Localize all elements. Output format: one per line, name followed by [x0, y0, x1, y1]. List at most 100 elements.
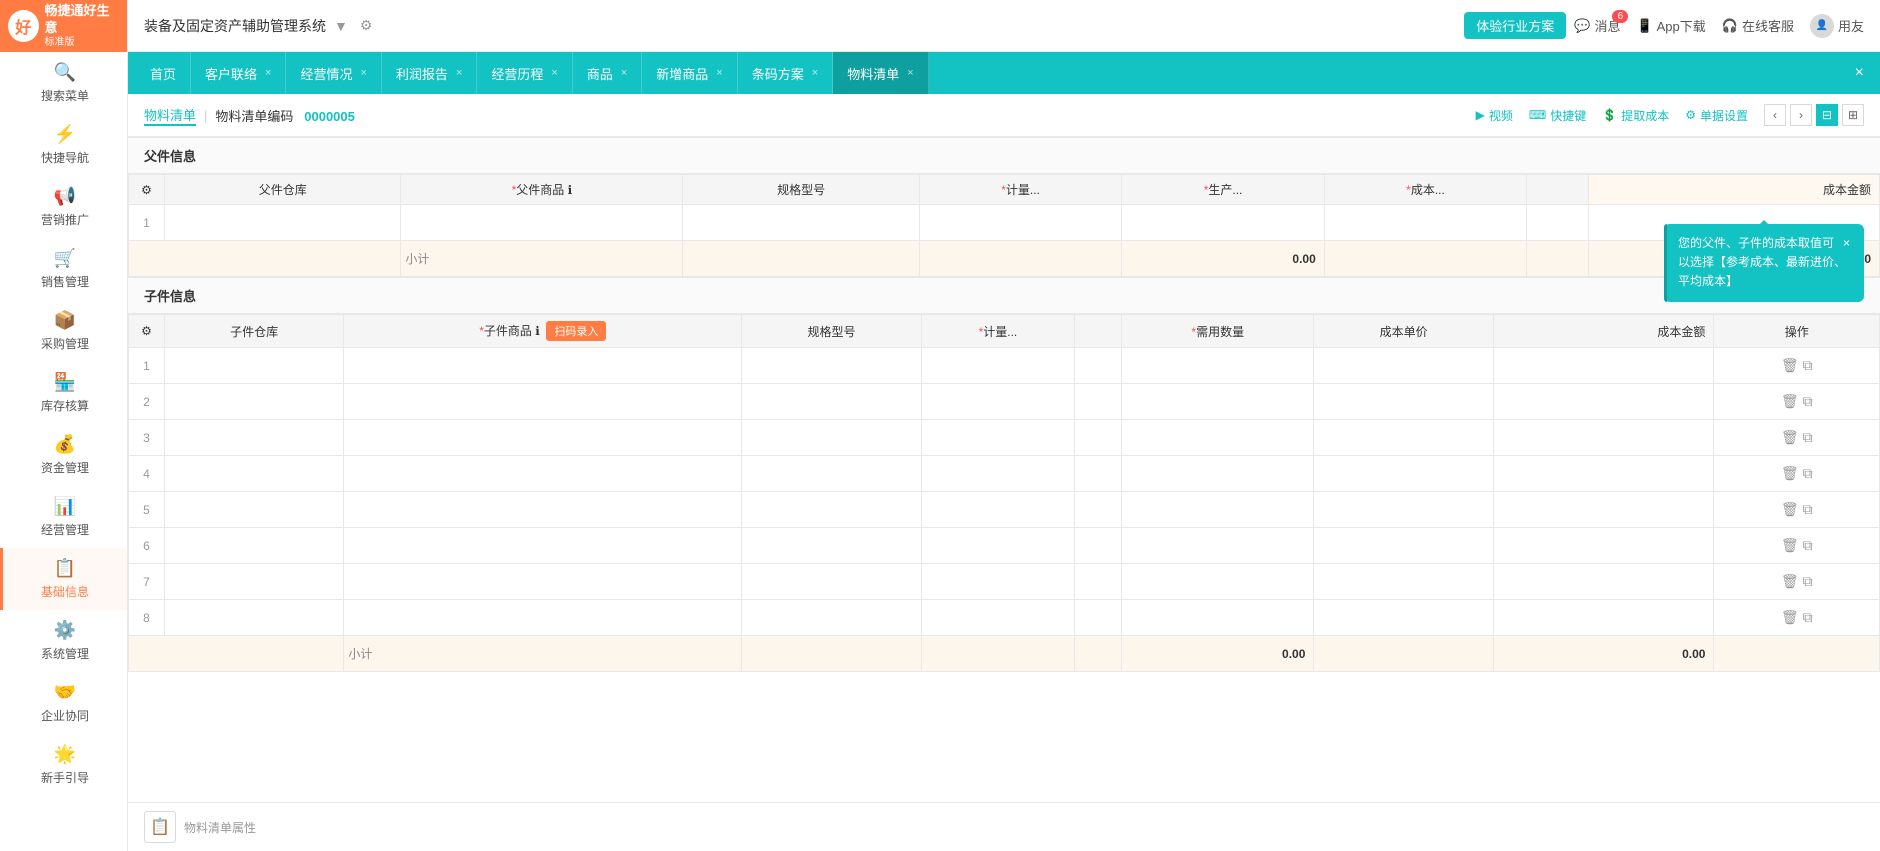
delete-row-button-4[interactable]: 🗑: [1781, 465, 1799, 482]
child-spec-cell-2[interactable]: [742, 384, 921, 420]
child-spec-cell-5[interactable]: [742, 492, 921, 528]
sidebar-item-2[interactable]: 📢营销推广: [0, 176, 127, 238]
prev-record-button[interactable]: ‹: [1764, 104, 1786, 126]
child-product-cell-1[interactable]: [344, 348, 742, 384]
child-req-qty-cell-4[interactable]: [1122, 456, 1314, 492]
delete-row-button-8[interactable]: 🗑: [1781, 609, 1799, 626]
sidebar-item-4[interactable]: 📦采购管理: [0, 300, 127, 362]
copy-row-button-4[interactable]: ⧉: [1803, 465, 1813, 482]
child-req-qty-cell-3[interactable]: [1122, 420, 1314, 456]
child-warehouse-cell-2[interactable]: [165, 384, 344, 420]
sidebar-item-0[interactable]: 🔍搜索菜单: [0, 52, 127, 114]
child-warehouse-cell-3[interactable]: [165, 420, 344, 456]
topbar-dropdown-icon[interactable]: ▼: [334, 18, 348, 34]
child-unit-cost-cell-2[interactable]: [1314, 384, 1493, 420]
copy-row-button-5[interactable]: ⧉: [1803, 501, 1813, 518]
child-unit-cell-4[interactable]: [921, 456, 1075, 492]
delete-row-button-6[interactable]: 🗑: [1781, 537, 1799, 554]
child-req-qty-cell-2[interactable]: [1122, 384, 1314, 420]
copy-row-button-3[interactable]: ⧉: [1803, 429, 1813, 446]
child-unit-cell-8[interactable]: [921, 600, 1075, 636]
child-product-cell-2[interactable]: [344, 384, 742, 420]
parent-cost-cell[interactable]: [1324, 205, 1526, 241]
nav-tab-4[interactable]: 经营历程×: [477, 52, 572, 94]
copy-row-button-6[interactable]: ⧉: [1803, 537, 1813, 554]
parent-product-cell[interactable]: [401, 205, 683, 241]
grid-view-button[interactable]: ⊞: [1842, 104, 1864, 126]
child-warehouse-cell-6[interactable]: [165, 528, 344, 564]
child-product-cell-8[interactable]: [344, 600, 742, 636]
nav-tab-3[interactable]: 利润报告×: [382, 52, 477, 94]
child-unit-cost-cell-6[interactable]: [1314, 528, 1493, 564]
online-service-action[interactable]: 🎧 在线客服: [1722, 16, 1794, 35]
nav-close-all-button[interactable]: ×: [1847, 60, 1872, 86]
sidebar-item-11[interactable]: 🌟新手引导: [0, 734, 127, 796]
child-product-cell-7[interactable]: [344, 564, 742, 600]
child-product-cell-6[interactable]: [344, 528, 742, 564]
child-product-cell-5[interactable]: [344, 492, 742, 528]
sidebar-item-10[interactable]: 🤝企业协同: [0, 672, 127, 734]
user-action[interactable]: 👤 用友: [1810, 14, 1864, 38]
delete-row-button-3[interactable]: 🗑: [1781, 429, 1799, 446]
sidebar-item-6[interactable]: 💰资金管理: [0, 424, 127, 486]
parent-warehouse-cell[interactable]: [165, 205, 401, 241]
sidebar-item-9[interactable]: ⚙️系统管理: [0, 610, 127, 672]
nav-tab-close-4[interactable]: ×: [551, 67, 557, 79]
child-spec-cell-7[interactable]: [742, 564, 921, 600]
child-product-cell-4[interactable]: [344, 456, 742, 492]
expand-view-button[interactable]: ⊟: [1816, 104, 1838, 126]
child-spec-cell-6[interactable]: [742, 528, 921, 564]
child-req-qty-cell-5[interactable]: [1122, 492, 1314, 528]
child-req-qty-cell-6[interactable]: [1122, 528, 1314, 564]
nav-tab-8[interactable]: 物料清单×: [833, 52, 928, 94]
form-tab-bill-list[interactable]: 物料清单: [144, 105, 196, 126]
delete-row-button-2[interactable]: 🗑: [1781, 393, 1799, 410]
child-spec-cell-1[interactable]: [742, 348, 921, 384]
delete-row-button-5[interactable]: 🗑: [1781, 501, 1799, 518]
child-spec-cell-3[interactable]: [742, 420, 921, 456]
bill-properties-button[interactable]: 📋: [144, 811, 176, 843]
next-record-button[interactable]: ›: [1790, 104, 1812, 126]
scan-input-button[interactable]: 扫码录入: [546, 321, 606, 341]
copy-row-button-8[interactable]: ⧉: [1803, 609, 1813, 626]
topbar-settings-icon[interactable]: ⚙: [360, 17, 373, 34]
child-warehouse-cell-5[interactable]: [165, 492, 344, 528]
child-unit-cell-2[interactable]: [921, 384, 1075, 420]
child-warehouse-cell-7[interactable]: [165, 564, 344, 600]
child-req-qty-cell-8[interactable]: [1122, 600, 1314, 636]
delete-row-button-1[interactable]: 🗑: [1781, 357, 1799, 374]
copy-row-button-7[interactable]: ⧉: [1803, 573, 1813, 590]
nav-tab-close-3[interactable]: ×: [456, 67, 462, 79]
child-warehouse-cell-1[interactable]: [165, 348, 344, 384]
child-unit-cost-cell-4[interactable]: [1314, 456, 1493, 492]
nav-tab-6[interactable]: 新增商品×: [642, 52, 737, 94]
sidebar-item-8[interactable]: 📋基础信息: [0, 548, 127, 610]
child-unit-cell-3[interactable]: [921, 420, 1075, 456]
copy-row-button-1[interactable]: ⧉: [1803, 357, 1813, 374]
child-unit-cost-cell-8[interactable]: [1314, 600, 1493, 636]
nav-tab-close-8[interactable]: ×: [907, 67, 913, 79]
nav-tab-close-1[interactable]: ×: [265, 67, 271, 79]
child-product-cell-3[interactable]: [344, 420, 742, 456]
nav-tab-close-6[interactable]: ×: [716, 67, 722, 79]
child-unit-cell-6[interactable]: [921, 528, 1075, 564]
child-unit-cell-7[interactable]: [921, 564, 1075, 600]
extract-cost-action[interactable]: 💲 提取成本: [1602, 107, 1669, 124]
message-action[interactable]: 💬 消息 6: [1574, 16, 1620, 35]
child-unit-cell-5[interactable]: [921, 492, 1075, 528]
nav-tab-7[interactable]: 条码方案×: [738, 52, 833, 94]
parent-unit-cell[interactable]: [919, 205, 1121, 241]
nav-tab-2[interactable]: 经营情况×: [286, 52, 381, 94]
nav-tab-0[interactable]: 首页: [136, 52, 191, 94]
single-settings-action[interactable]: ⚙ 单据设置: [1685, 107, 1748, 124]
child-settings-header[interactable]: ⚙: [129, 315, 165, 348]
copy-row-button-2[interactable]: ⧉: [1803, 393, 1813, 410]
sidebar-item-3[interactable]: 🛒销售管理: [0, 238, 127, 300]
parent-settings-header[interactable]: ⚙: [129, 175, 165, 205]
tooltip-close-button[interactable]: ×: [1843, 234, 1850, 253]
sidebar-item-1[interactable]: ⚡快捷导航: [0, 114, 127, 176]
child-req-qty-cell-1[interactable]: [1122, 348, 1314, 384]
parent-spec-cell[interactable]: [683, 205, 919, 241]
child-spec-cell-8[interactable]: [742, 600, 921, 636]
nav-tab-close-2[interactable]: ×: [360, 67, 366, 79]
